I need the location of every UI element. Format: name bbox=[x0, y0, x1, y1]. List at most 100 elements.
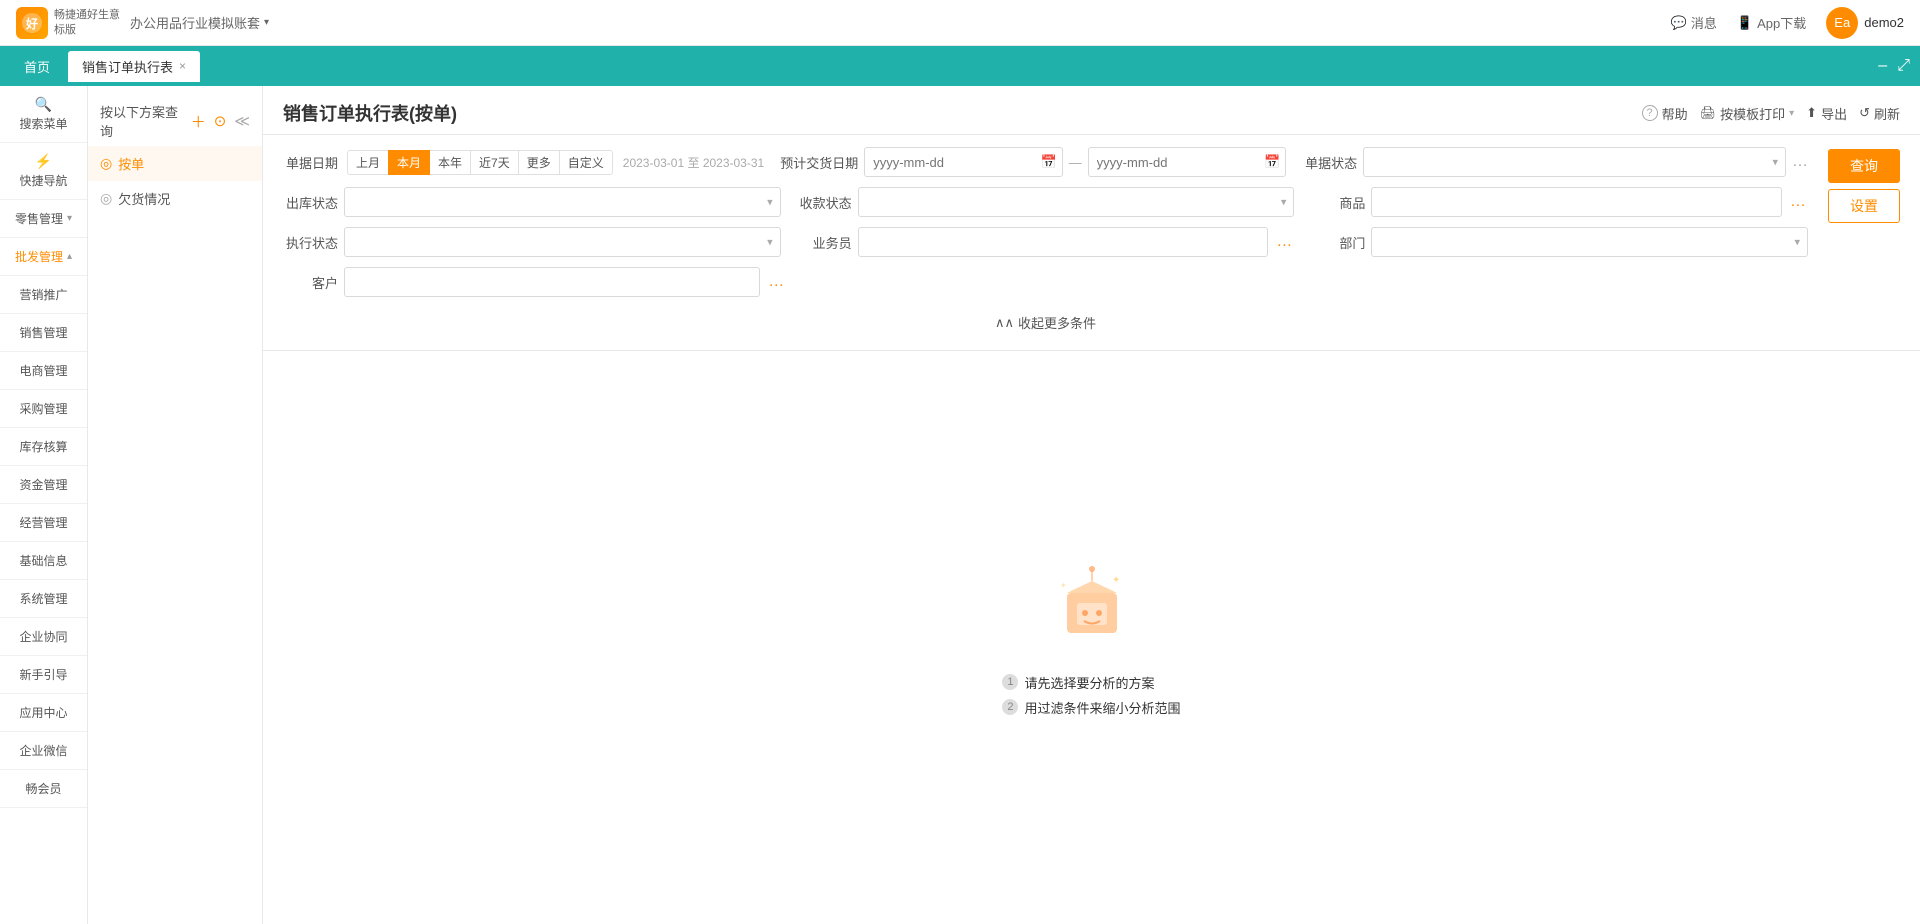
chevron-down-icon: ▾ bbox=[67, 213, 72, 224]
sidebar-item-retail[interactable]: 零售管理 ▾ bbox=[0, 200, 87, 238]
empty-state: ✦ ✦ 1 请先选择要分析的方案 2 用过滤条件来缩小分析范围 bbox=[263, 351, 1920, 924]
refresh-btn[interactable]: ↺ 刷新 bbox=[1859, 104, 1900, 123]
sidebar-item-search[interactable]: 🔍 搜索菜单 bbox=[0, 86, 87, 143]
goods-input[interactable] bbox=[1371, 187, 1782, 217]
query-button[interactable]: 查询 bbox=[1828, 149, 1900, 183]
filter-panel-header: 按以下方案查询 ＋ ⊙ ≪ bbox=[88, 96, 262, 146]
customer-label: 客户 bbox=[283, 273, 338, 292]
user-info[interactable]: Ea demo2 bbox=[1826, 7, 1904, 39]
phone-icon: 📱 bbox=[1737, 15, 1753, 31]
empty-tips: 1 请先选择要分析的方案 2 用过滤条件来缩小分析范围 bbox=[1002, 673, 1180, 723]
doc-status-select[interactable] bbox=[1363, 147, 1786, 177]
sidebar-item-wholesale[interactable]: 批发管理 ▴ bbox=[0, 238, 87, 276]
top-bar: 好 畅捷通好生意 标版 办公用品行业模拟账套 ▾ 💬 消息 📱 App下载 Ea… bbox=[0, 0, 1920, 46]
shortcut-last-month[interactable]: 上月 bbox=[347, 150, 389, 175]
tab-maximize-icon[interactable]: ⤢ bbox=[1897, 57, 1910, 75]
customer-more-icon[interactable]: … bbox=[766, 273, 786, 291]
sidebar-item-ecommerce[interactable]: 电商管理 bbox=[0, 352, 87, 390]
filter-panel-icons: ＋ ⊙ ≪ bbox=[191, 111, 250, 132]
main-right: 销售订单执行表(按单) ? 帮助 🖨 按模板打印 ▾ ⬆ 导出 bbox=[263, 86, 1920, 924]
sidebar-item-sales[interactable]: 销售管理 bbox=[0, 314, 87, 352]
debt-icon: ◎ bbox=[100, 190, 112, 207]
filter-item-press[interactable]: ◎ 按单 bbox=[88, 146, 262, 181]
salesperson-more-icon[interactable]: … bbox=[1274, 233, 1294, 251]
calendar-to-icon[interactable]: 📅 bbox=[1264, 154, 1280, 170]
sidebar: 🔍 搜索菜单 ⚡ 快捷导航 零售管理 ▾ 批发管理 ▴ 营销推广 销售管理 电商… bbox=[0, 86, 88, 924]
filter-section: 单据日期 上月 本月 本年 近7天 更多 自定义 2023-03-01 至 20… bbox=[263, 135, 1920, 351]
sidebar-item-purchase[interactable]: 采购管理 bbox=[0, 390, 87, 428]
tab-home[interactable]: 首页 bbox=[10, 51, 64, 82]
sidebar-item-operations[interactable]: 经营管理 bbox=[0, 504, 87, 542]
page-title: 销售订单执行表(按单) bbox=[283, 100, 457, 126]
sidebar-item-inventory[interactable]: 库存核算 bbox=[0, 428, 87, 466]
main-content: 按以下方案查询 ＋ ⊙ ≪ ◎ 按单 ◎ 欠货情况 销售订单执行表(按单) bbox=[88, 86, 1920, 924]
goods-more-icon[interactable]: … bbox=[1788, 193, 1808, 211]
calendar-from-icon[interactable]: 📅 bbox=[1040, 154, 1056, 170]
shortcut-this-year[interactable]: 本年 bbox=[429, 150, 471, 175]
shortcut-more[interactable]: 更多 bbox=[518, 150, 560, 175]
sidebar-item-basics[interactable]: 基础信息 bbox=[0, 542, 87, 580]
doc-status-select-wrapper bbox=[1363, 147, 1786, 177]
expected-date-from-wrap: 📅 bbox=[864, 147, 1062, 177]
filter-item-debt[interactable]: ◎ 欠货情况 bbox=[88, 181, 262, 216]
logo-area: 好 畅捷通好生意 标版 bbox=[16, 7, 120, 39]
department-select-wrapper bbox=[1371, 227, 1808, 257]
query-settings-col: 查询 设置 bbox=[1828, 147, 1900, 223]
press-icon: ◎ bbox=[100, 155, 112, 172]
doc-status-expand-icon[interactable]: … bbox=[1792, 153, 1808, 171]
sidebar-item-wechat[interactable]: 企业微信 bbox=[0, 732, 87, 770]
app-download-btn[interactable]: 📱 App下载 bbox=[1737, 13, 1806, 32]
shortcut-this-month[interactable]: 本月 bbox=[388, 150, 430, 175]
tab-sales-execution[interactable]: 销售订单执行表 × bbox=[68, 51, 200, 82]
out-status-select[interactable] bbox=[344, 187, 781, 217]
empty-tip-2: 2 用过滤条件来缩小分析范围 bbox=[1002, 698, 1180, 717]
receipt-status-select[interactable] bbox=[858, 187, 1295, 217]
edit-scheme-icon[interactable]: ⊙ bbox=[214, 112, 227, 130]
export-btn[interactable]: ⬆ 导出 bbox=[1806, 104, 1847, 123]
shortcut-7days[interactable]: 近7天 bbox=[470, 150, 519, 175]
filter-row-3: 执行状态 业务员 … bbox=[283, 227, 1808, 257]
tab-close-all-icon[interactable]: – bbox=[1878, 57, 1887, 75]
chevron-down-icon: ▾ bbox=[264, 17, 269, 28]
shortcut-custom[interactable]: 自定义 bbox=[559, 150, 613, 175]
page-header: 销售订单执行表(按单) ? 帮助 🖨 按模板打印 ▾ ⬆ 导出 bbox=[263, 86, 1920, 135]
collapse-row[interactable]: ∧∧ 收起更多条件 bbox=[283, 307, 1808, 338]
department-select[interactable] bbox=[1371, 227, 1808, 257]
salesperson-label: 业务员 bbox=[797, 233, 852, 252]
svg-text:✦: ✦ bbox=[1060, 581, 1067, 590]
sidebar-item-newbie[interactable]: 新手引导 bbox=[0, 656, 87, 694]
expected-date-to-wrap: 📅 bbox=[1088, 147, 1286, 177]
settings-button[interactable]: 设置 bbox=[1828, 189, 1900, 223]
expected-date-to-input[interactable] bbox=[1088, 147, 1286, 177]
sidebar-item-membership[interactable]: 畅会员 bbox=[0, 770, 87, 808]
sidebar-item-corp[interactable]: 企业协同 bbox=[0, 618, 87, 656]
sidebar-item-quick-nav[interactable]: ⚡ 快捷导航 bbox=[0, 143, 87, 200]
department-label: 部门 bbox=[1310, 233, 1365, 252]
top-bar-left: 好 畅捷通好生意 标版 办公用品行业模拟账套 ▾ bbox=[16, 7, 269, 39]
sidebar-item-finance[interactable]: 资金管理 bbox=[0, 466, 87, 504]
date-range-text: 2023-03-01 至 2023-03-31 bbox=[623, 154, 764, 171]
exec-status-label: 执行状态 bbox=[283, 233, 338, 252]
help-btn[interactable]: ? 帮助 bbox=[1642, 104, 1688, 123]
template-print-btn[interactable]: 🖨 按模板打印 ▾ bbox=[1700, 104, 1795, 123]
page-selector-label: 办公用品行业模拟账套 bbox=[130, 13, 260, 32]
svg-text:好: 好 bbox=[25, 16, 38, 31]
left-filter-panel: 按以下方案查询 ＋ ⊙ ≪ ◎ 按单 ◎ 欠货情况 bbox=[88, 86, 263, 924]
top-bar-right: 💬 消息 📱 App下载 Ea demo2 bbox=[1671, 7, 1904, 39]
export-icon: ⬆ bbox=[1806, 105, 1817, 121]
customer-input[interactable] bbox=[344, 267, 760, 297]
tab-close-icon[interactable]: × bbox=[179, 59, 186, 73]
tab-bar-actions: – ⤢ bbox=[1878, 57, 1910, 75]
expected-date-from-input[interactable] bbox=[864, 147, 1062, 177]
sidebar-item-marketing[interactable]: 营销推广 bbox=[0, 276, 87, 314]
sidebar-item-system[interactable]: 系统管理 bbox=[0, 580, 87, 618]
message-btn[interactable]: 💬 消息 bbox=[1671, 13, 1717, 32]
page-selector[interactable]: 办公用品行业模拟账套 ▾ bbox=[130, 13, 269, 32]
add-scheme-icon[interactable]: ＋ bbox=[191, 111, 206, 132]
sidebar-item-appstore[interactable]: 应用中心 bbox=[0, 694, 87, 732]
exec-status-select[interactable] bbox=[344, 227, 781, 257]
receipt-status-select-wrapper bbox=[858, 187, 1295, 217]
collapse-panel-icon[interactable]: ≪ bbox=[234, 112, 250, 130]
date-separator: — bbox=[1069, 155, 1082, 170]
salesperson-input[interactable] bbox=[858, 227, 1269, 257]
